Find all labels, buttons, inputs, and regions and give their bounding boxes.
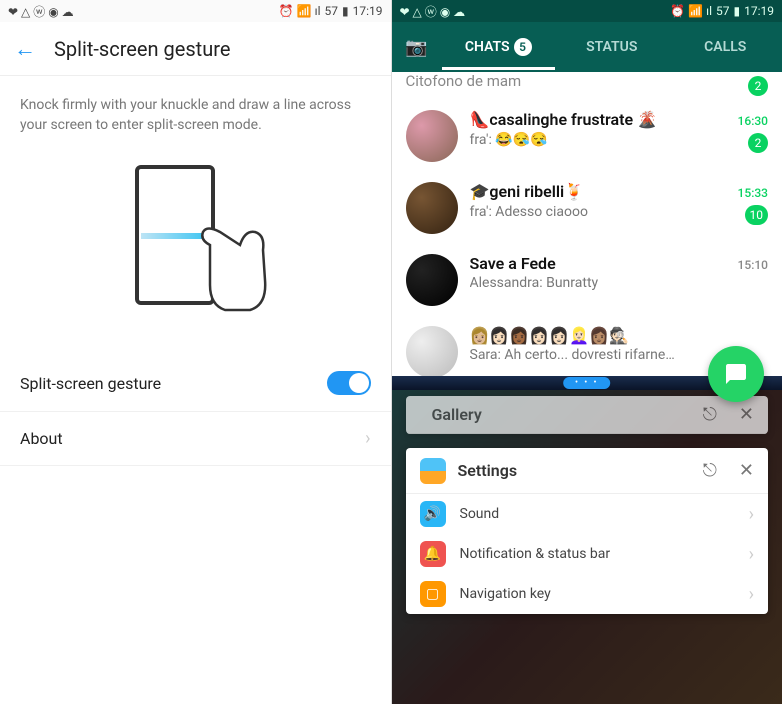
status-bar-right: ❤ △ ⓦ ◉ ☁ ⏰ 📶 ıl 57▮ 17:19 [392,0,782,22]
tab-chats[interactable]: CHATS5 [442,24,556,70]
toggle-switch[interactable] [327,371,371,395]
avatar[interactable] [406,110,458,162]
chat-time: 15:10 [738,258,768,272]
chat-icon [724,362,748,386]
page-title: Split-screen gesture [54,37,230,61]
chat-time: 16:30 [738,114,768,128]
tab-calls[interactable]: CALLS [669,25,782,69]
recent-apps-panel[interactable]: Gallery ⎋ ✕ Settings ⎋ ✕ 🔊 Sound › 🔔 Notif… [392,390,782,704]
hand-icon [195,210,285,320]
tab-status[interactable]: STATUS [555,25,669,69]
about-row[interactable]: About › [0,412,391,466]
close-icon[interactable]: ✕ [739,460,754,481]
recent-app-settings[interactable]: Settings ⎋ ✕ 🔊 Sound › 🔔 Notification & s… [406,448,769,614]
chat-item[interactable]: 🎓geni ribelli🍹 15:33 fra': Adesso ciaooo 1… [392,172,782,244]
chat-name: Save a Fede [470,254,556,273]
gesture-illustration [0,145,391,355]
chevron-right-icon: › [749,584,754,605]
status-icons-right: ❤ △ ⓦ ◉ ☁ [400,3,466,20]
unread-badge: 2 [748,133,768,153]
status-right-right: ⏰ 📶 ıl 57▮ 17:19 [670,4,774,18]
navigation-icon: ▢ [420,581,446,607]
chats-count-badge: 5 [514,38,532,56]
recent-app-settings-header[interactable]: Settings ⎋ ✕ [406,448,769,494]
sound-icon: 🔊 [420,501,446,527]
close-icon[interactable]: ✕ [739,404,754,425]
avatar[interactable] [406,182,458,234]
chat-name: 🎓geni ribelli🍹 [470,182,585,201]
status-bar-left: ❤ △ ⓦ ◉ ☁ ⏰ 📶 ıl 57▮ 17:19 [0,0,391,22]
description-text: Knock firmly with your knuckle and draw … [0,76,391,145]
unread-badge: 10 [745,205,769,225]
settings-icon [420,458,446,484]
settings-item-notification[interactable]: 🔔 Notification & status bar › [406,534,769,574]
lock-icon[interactable]: ⎋ [703,404,717,425]
header: ← Split-screen gesture [0,22,391,76]
lock-icon[interactable]: ⎋ [703,460,717,481]
chevron-right-icon: › [365,428,370,449]
toggle-row[interactable]: Split-screen gesture [0,355,391,412]
chat-time: 15:33 [738,186,768,200]
avatar[interactable] [406,326,458,376]
gallery-label: Gallery [432,405,691,424]
chat-preview: fra': Adesso ciaooo [470,204,588,220]
chat-partial-top[interactable]: Citofono de mam2 [392,72,782,100]
new-chat-fab[interactable] [708,346,764,402]
settings-label: Settings [458,461,691,480]
chat-item[interactable]: 👠casalinghe frustrate 🌋 16:30 fra': 😂😪😪 2 [392,100,782,172]
back-arrow-icon[interactable]: ← [14,36,36,62]
chat-list[interactable]: Citofono de mam2 👠casalinghe frustrate 🌋… [392,72,782,376]
chevron-right-icon: › [749,504,754,525]
toggle-label: Split-screen gesture [20,374,161,393]
chat-name: 👩🏼👩🏻👩🏾👩🏻👩🏻👱🏻‍♀️👩🏽🕵🏻 [470,326,629,345]
tab-bar: 📷 CHATS5 STATUS CALLS [392,22,782,72]
notification-icon: 🔔 [420,541,446,567]
settings-item-navigation[interactable]: ▢ Navigation key › [406,574,769,614]
chat-item[interactable]: Save a Fede 15:10 Alessandra: Bunratty [392,244,782,316]
camera-icon[interactable]: 📷 [392,37,442,58]
status-right-left: ⏰ 📶 ıl 57▮ 17:19 [279,4,383,18]
about-label: About [20,429,63,448]
recent-app-gallery-header[interactable]: Gallery ⎋ ✕ [406,396,769,434]
chat-preview: Alessandra: Bunratty [470,275,769,291]
status-icons-left: ❤ △ ⓦ ◉ ☁ [8,3,74,20]
chat-name: 👠casalinghe frustrate 🌋 [470,110,658,129]
avatar[interactable] [406,254,458,306]
settings-item-sound[interactable]: 🔊 Sound › [406,494,769,534]
chat-preview: fra': 😂😪😪 [470,132,548,148]
chevron-right-icon: › [749,544,754,565]
